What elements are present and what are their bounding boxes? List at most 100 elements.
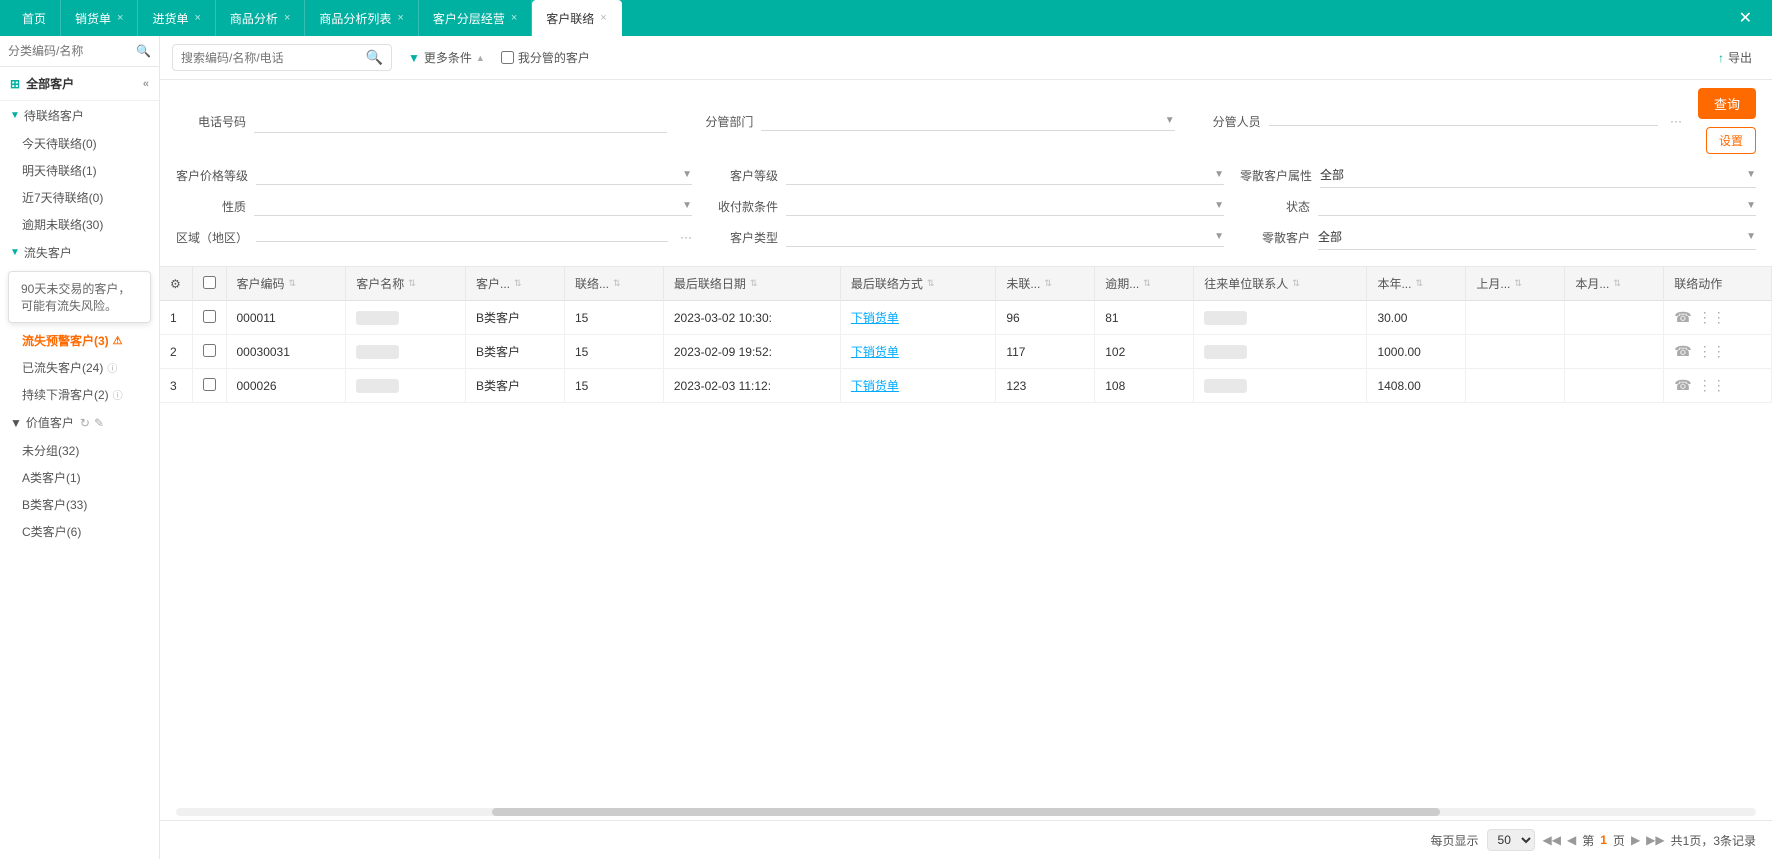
sidebar-item-a-class[interactable]: A类客户(1) xyxy=(0,464,159,491)
close-product-list-tab[interactable]: × xyxy=(397,12,403,24)
scrollbar-thumb[interactable] xyxy=(492,808,1440,816)
sort-icon-unlisted: ⇅ xyxy=(1044,278,1052,289)
payment-select[interactable]: ▼ xyxy=(786,196,1224,216)
customer-grade-select[interactable]: ▼ xyxy=(786,165,1224,185)
nav-next[interactable]: ▶ xyxy=(1631,833,1640,847)
global-close-button[interactable]: ✕ xyxy=(1727,8,1764,28)
th-last-contact-method[interactable]: 最后联络方式 ⇅ xyxy=(840,267,995,301)
th-contact-person[interactable]: 往来单位联系人 ⇅ xyxy=(1194,267,1367,301)
tab-sales[interactable]: 销货单 × xyxy=(61,0,138,36)
sidebar-item-b-class[interactable]: B类客户(33) xyxy=(0,491,159,518)
last-method-link[interactable]: 下销货单 xyxy=(851,311,899,325)
search-icon[interactable]: 🔍 xyxy=(366,49,383,66)
th-last-contact-date[interactable]: 最后联络日期 ⇅ xyxy=(663,267,840,301)
per-page-select[interactable]: 50 xyxy=(1487,829,1535,851)
tab-customer-tier[interactable]: 客户分层经营 × xyxy=(419,0,532,36)
cell-last-method[interactable]: 下销货单 xyxy=(840,369,995,403)
customer-type-select[interactable]: ▼ xyxy=(786,227,1224,247)
phone-input[interactable] xyxy=(254,110,667,133)
action-contact-icon[interactable]: ☎ xyxy=(1674,377,1691,394)
th-customer-type[interactable]: 客户... ⇅ xyxy=(466,267,565,301)
sidebar-item-today-pending[interactable]: 今天待联络(0) xyxy=(0,130,159,157)
setting-button[interactable]: 设置 xyxy=(1706,127,1756,154)
th-last-month[interactable]: 上月... ⇅ xyxy=(1466,267,1565,301)
all-customers-header[interactable]: ⊞ 全部客户 « xyxy=(0,67,159,101)
person-select[interactable] xyxy=(1269,117,1658,126)
select-all-checkbox[interactable] xyxy=(203,276,216,289)
search-box[interactable]: 🔍 xyxy=(172,44,392,71)
close-purchase-tab[interactable]: × xyxy=(194,12,200,24)
sidebar-group-value[interactable]: ▼ 价值客户 ↻ ✎ xyxy=(0,408,159,437)
region-more-icon[interactable]: ··· xyxy=(680,230,692,244)
refresh-value-icon[interactable]: ↻ xyxy=(80,416,90,430)
nature-select[interactable]: ▼ xyxy=(254,196,692,216)
cell-checkbox[interactable] xyxy=(192,369,226,403)
sidebar-item-overdue-pending[interactable]: 逾期未联络(30) xyxy=(0,211,159,238)
gear-icon[interactable]: ⚙ xyxy=(170,277,181,291)
query-button[interactable]: 查询 xyxy=(1698,88,1756,119)
dept-select[interactable]: ▼ xyxy=(761,111,1174,131)
sidebar-item-declining[interactable]: 持续下滑客户(2) ⓘ xyxy=(0,381,159,408)
sidebar-item-7day-pending[interactable]: 近7天待联络(0) xyxy=(0,184,159,211)
my-customers-checkbox[interactable]: 我分管的客户 xyxy=(501,49,590,66)
th-this-month[interactable]: 本月... ⇅ xyxy=(1565,267,1664,301)
action-more-icon[interactable]: ⋮⋮ xyxy=(1698,309,1726,326)
action-more-icon[interactable]: ⋮⋮ xyxy=(1698,343,1726,360)
th-gear[interactable]: ⚙ xyxy=(160,267,192,301)
sidebar-search-input[interactable] xyxy=(8,44,136,58)
sidebar-search-box[interactable]: 🔍 xyxy=(0,36,159,67)
th-checkbox[interactable] xyxy=(192,267,226,301)
more-filter-button[interactable]: ▼ 更多条件 ▲ xyxy=(400,45,493,70)
th-customer-name[interactable]: 客户名称 ⇅ xyxy=(346,267,466,301)
sidebar-item-ungrouped[interactable]: 未分组(32) xyxy=(0,437,159,464)
action-more-icon[interactable]: ⋮⋮ xyxy=(1698,377,1726,394)
price-grade-select[interactable]: ▼ xyxy=(256,165,692,185)
zero-customer-select[interactable]: 全部 ▼ xyxy=(1318,224,1756,250)
sidebar-item-tomorrow-pending[interactable]: 明天待联络(1) xyxy=(0,157,159,184)
nav-prev[interactable]: ◀ xyxy=(1567,833,1576,847)
status-select[interactable]: ▼ xyxy=(1318,196,1756,216)
tab-product-list[interactable]: 商品分析列表 × xyxy=(305,0,418,36)
sidebar-group-churn[interactable]: ▼ 流失客户 xyxy=(0,238,159,267)
search-input[interactable] xyxy=(181,51,366,65)
last-method-link[interactable]: 下销货单 xyxy=(851,379,899,393)
row-checkbox-2[interactable] xyxy=(203,378,216,391)
action-contact-icon[interactable]: ☎ xyxy=(1674,309,1691,326)
close-product-analysis-tab[interactable]: × xyxy=(284,12,290,24)
tab-home[interactable]: 首页 xyxy=(8,0,61,36)
cell-last-method[interactable]: 下销货单 xyxy=(840,335,995,369)
close-customer-contact-tab[interactable]: × xyxy=(600,12,606,24)
sidebar-group-pending[interactable]: ▼ 待联络客户 xyxy=(0,101,159,130)
collapse-icon[interactable]: « xyxy=(143,78,149,90)
close-sales-tab[interactable]: × xyxy=(117,12,123,24)
cell-checkbox[interactable] xyxy=(192,301,226,335)
last-method-link[interactable]: 下销货单 xyxy=(851,345,899,359)
export-button[interactable]: ↑ 导出 xyxy=(1710,45,1760,70)
horizontal-scrollbar[interactable] xyxy=(160,804,1772,820)
th-overdue[interactable]: 逾期... ⇅ xyxy=(1095,267,1194,301)
row-checkbox-1[interactable] xyxy=(203,344,216,357)
cell-last-method[interactable]: 下销货单 xyxy=(840,301,995,335)
nav-first[interactable]: ◀◀ xyxy=(1543,833,1561,847)
th-contact[interactable]: 联络... ⇅ xyxy=(564,267,663,301)
row-checkbox-0[interactable] xyxy=(203,310,216,323)
th-unlisted[interactable]: 未联... ⇅ xyxy=(996,267,1095,301)
my-customers-check[interactable] xyxy=(501,51,514,64)
th-customer-code[interactable]: 客户编码 ⇅ xyxy=(226,267,346,301)
sidebar-item-c-class[interactable]: C类客户(6) xyxy=(0,518,159,545)
region-select[interactable] xyxy=(256,233,668,242)
edit-value-icon[interactable]: ✎ xyxy=(94,416,104,430)
cell-checkbox[interactable] xyxy=(192,335,226,369)
nav-last[interactable]: ▶▶ xyxy=(1646,833,1664,847)
tab-customer-contact[interactable]: 客户联络 × xyxy=(532,0,621,36)
th-this-year[interactable]: 本年... ⇅ xyxy=(1367,267,1466,301)
zero-attr-select[interactable]: 全部 ▼ xyxy=(1320,162,1756,188)
sidebar-item-already-churn[interactable]: 已流失客户(24) ⓘ xyxy=(0,354,159,381)
sidebar-item-churn-warning[interactable]: 流失预警客户(3) ⚠ xyxy=(0,327,159,354)
tab-purchase[interactable]: 进货单 × xyxy=(138,0,215,36)
action-contact-icon[interactable]: ☎ xyxy=(1674,343,1691,360)
sidebar-search-icon[interactable]: 🔍 xyxy=(136,44,151,58)
person-more-icon[interactable]: ··· xyxy=(1670,114,1682,128)
tab-product-analysis[interactable]: 商品分析 × xyxy=(216,0,305,36)
close-customer-tier-tab[interactable]: × xyxy=(511,12,517,24)
